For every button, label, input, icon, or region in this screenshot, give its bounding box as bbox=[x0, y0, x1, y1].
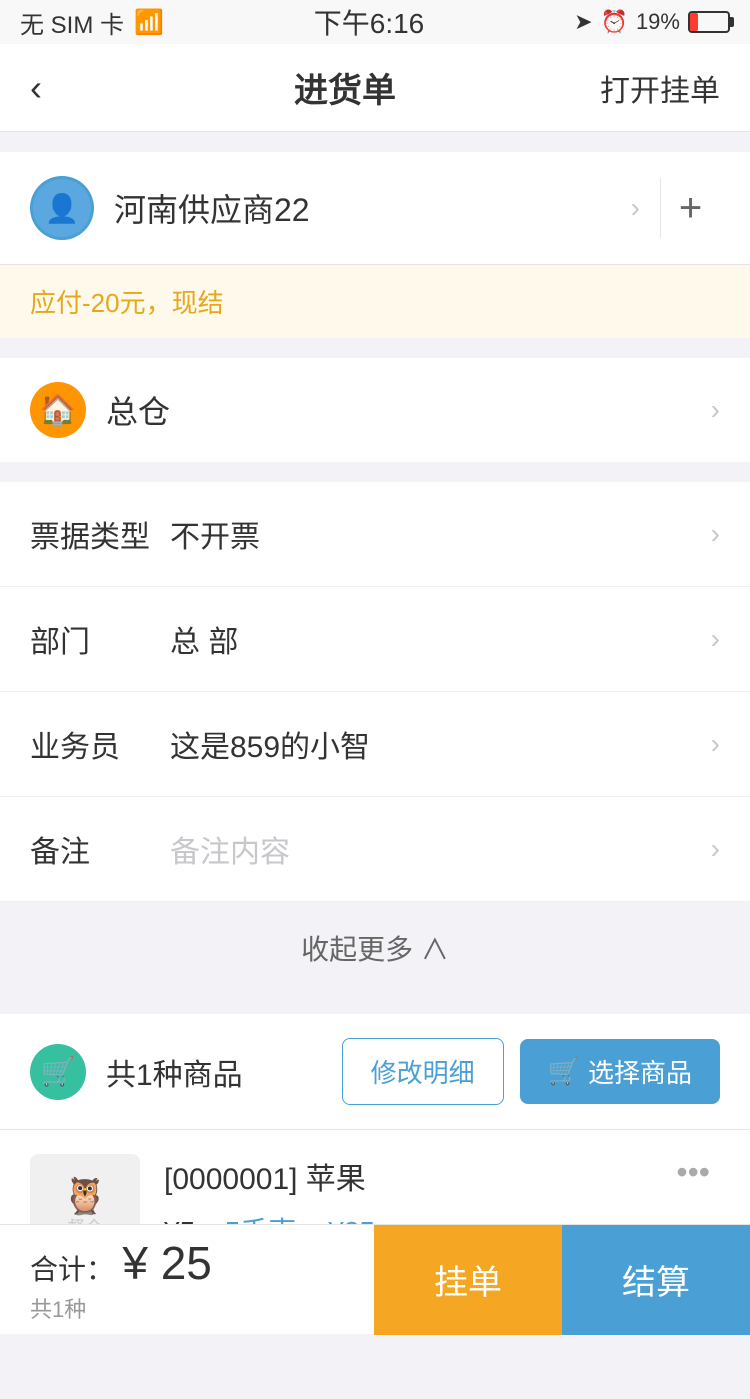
avatar-icon: 👤 bbox=[45, 192, 80, 225]
location-icon: ➤ bbox=[574, 9, 592, 35]
select-icon: 🛒 bbox=[548, 1056, 580, 1087]
salesperson-value: 这是859的小智 bbox=[170, 722, 711, 766]
department-label: 部门 bbox=[30, 617, 170, 661]
hang-order-button[interactable]: 挂单 bbox=[374, 1225, 562, 1335]
total-line: 合计： ¥ 25 bbox=[30, 1236, 344, 1290]
supplier-row[interactable]: 👤 河南供应商22 › + bbox=[0, 152, 750, 265]
warehouse-row[interactable]: 🏠 总仓 › bbox=[0, 358, 750, 462]
divider-3 bbox=[0, 994, 750, 1014]
total-section: 合计： ¥ 25 共1种 bbox=[0, 1236, 374, 1324]
divider-2 bbox=[0, 462, 750, 482]
top-divider bbox=[0, 132, 750, 152]
divider-1 bbox=[0, 338, 750, 358]
cart-icon: 🛒 bbox=[30, 1044, 86, 1100]
select-product-button[interactable]: 🛒 选择商品 bbox=[520, 1039, 720, 1104]
checkout-button[interactable]: 结算 bbox=[562, 1225, 750, 1335]
remark-label: 备注 bbox=[30, 827, 170, 871]
payment-notice: 应付-20元，现结 bbox=[0, 265, 750, 338]
remark-row[interactable]: 备注 备注内容 › bbox=[0, 797, 750, 902]
salesperson-chevron-icon: › bbox=[711, 728, 720, 760]
remark-value: 备注内容 bbox=[170, 827, 711, 871]
payment-text: 应付-20元，现结 bbox=[30, 288, 224, 318]
salesperson-row[interactable]: 业务员 这是859的小智 › bbox=[0, 692, 750, 797]
owl-icon: 🦉 bbox=[63, 1178, 108, 1214]
page-title: 进货单 bbox=[294, 63, 396, 112]
form-section: 票据类型 不开票 › 部门 总 部 › 业务员 这是859的小智 › 备注 备注… bbox=[0, 482, 750, 902]
status-bar: 无 SIM 卡 📶 下午6:16 ➤ ⏰ 19% bbox=[0, 0, 750, 44]
department-value: 总 部 bbox=[170, 617, 711, 661]
invoice-type-row[interactable]: 票据类型 不开票 › bbox=[0, 482, 750, 587]
warehouse-section: 🏠 总仓 › bbox=[0, 358, 750, 462]
battery-icon bbox=[688, 11, 730, 33]
wifi-icon: 📶 bbox=[134, 8, 164, 37]
bottom-bar: 合计： ¥ 25 共1种 挂单 结算 bbox=[0, 1224, 750, 1334]
nav-bar: ‹ 进货单 打开挂单 bbox=[0, 44, 750, 132]
supplier-avatar: 👤 bbox=[30, 176, 94, 240]
warehouse-name: 总仓 bbox=[106, 387, 711, 433]
avatar-inner: 👤 bbox=[33, 179, 91, 237]
department-chevron-icon: › bbox=[711, 623, 720, 655]
collapse-label: 收起更多 ∧ bbox=[301, 934, 449, 965]
product-more-button[interactable]: ••• bbox=[666, 1154, 720, 1191]
product-name: [0000001] 苹果 bbox=[164, 1154, 666, 1198]
invoice-type-label: 票据类型 bbox=[30, 512, 170, 556]
supplier-section: 👤 河南供应商22 › + 应付-20元，现结 bbox=[0, 152, 750, 338]
status-left: 无 SIM 卡 📶 bbox=[20, 5, 164, 40]
product-count: 共1种商品 bbox=[106, 1050, 342, 1094]
total-label: 合计： bbox=[30, 1254, 114, 1285]
total-amount: ¥ 25 bbox=[122, 1237, 212, 1289]
open-hang-button[interactable]: 打开挂单 bbox=[600, 66, 720, 110]
status-time: 下午6:16 bbox=[314, 2, 425, 42]
product-code-name: [0000001] 苹果 bbox=[164, 1163, 366, 1196]
cart-symbol: 🛒 bbox=[41, 1055, 76, 1088]
supplier-chevron-icon: › bbox=[631, 192, 640, 224]
salesperson-label: 业务员 bbox=[30, 722, 170, 766]
warehouse-chevron-icon: › bbox=[711, 394, 720, 426]
status-right: ➤ ⏰ 19% bbox=[574, 9, 730, 35]
battery-percent: 19% bbox=[636, 9, 680, 35]
remark-chevron-icon: › bbox=[711, 833, 720, 865]
no-sim-label: 无 SIM 卡 bbox=[20, 5, 124, 40]
warehouse-icon: 🏠 bbox=[30, 382, 86, 438]
invoice-type-chevron-icon: › bbox=[711, 518, 720, 550]
supplier-name: 河南供应商22 bbox=[114, 185, 631, 231]
edit-detail-button[interactable]: 修改明细 bbox=[342, 1038, 504, 1105]
invoice-type-value: 不开票 bbox=[170, 512, 711, 556]
add-supplier-button[interactable]: + bbox=[660, 178, 720, 238]
department-row[interactable]: 部门 总 部 › bbox=[0, 587, 750, 692]
alarm-icon: ⏰ bbox=[601, 9, 628, 35]
total-count: 共1种 bbox=[30, 1292, 344, 1324]
plus-icon: + bbox=[679, 186, 702, 231]
product-header: 🛒 共1种商品 修改明细 🛒 选择商品 bbox=[0, 1014, 750, 1130]
select-product-label: 选择商品 bbox=[588, 1053, 692, 1090]
back-button[interactable]: ‹ bbox=[30, 67, 90, 109]
collapse-button[interactable]: 收起更多 ∧ bbox=[0, 902, 750, 994]
